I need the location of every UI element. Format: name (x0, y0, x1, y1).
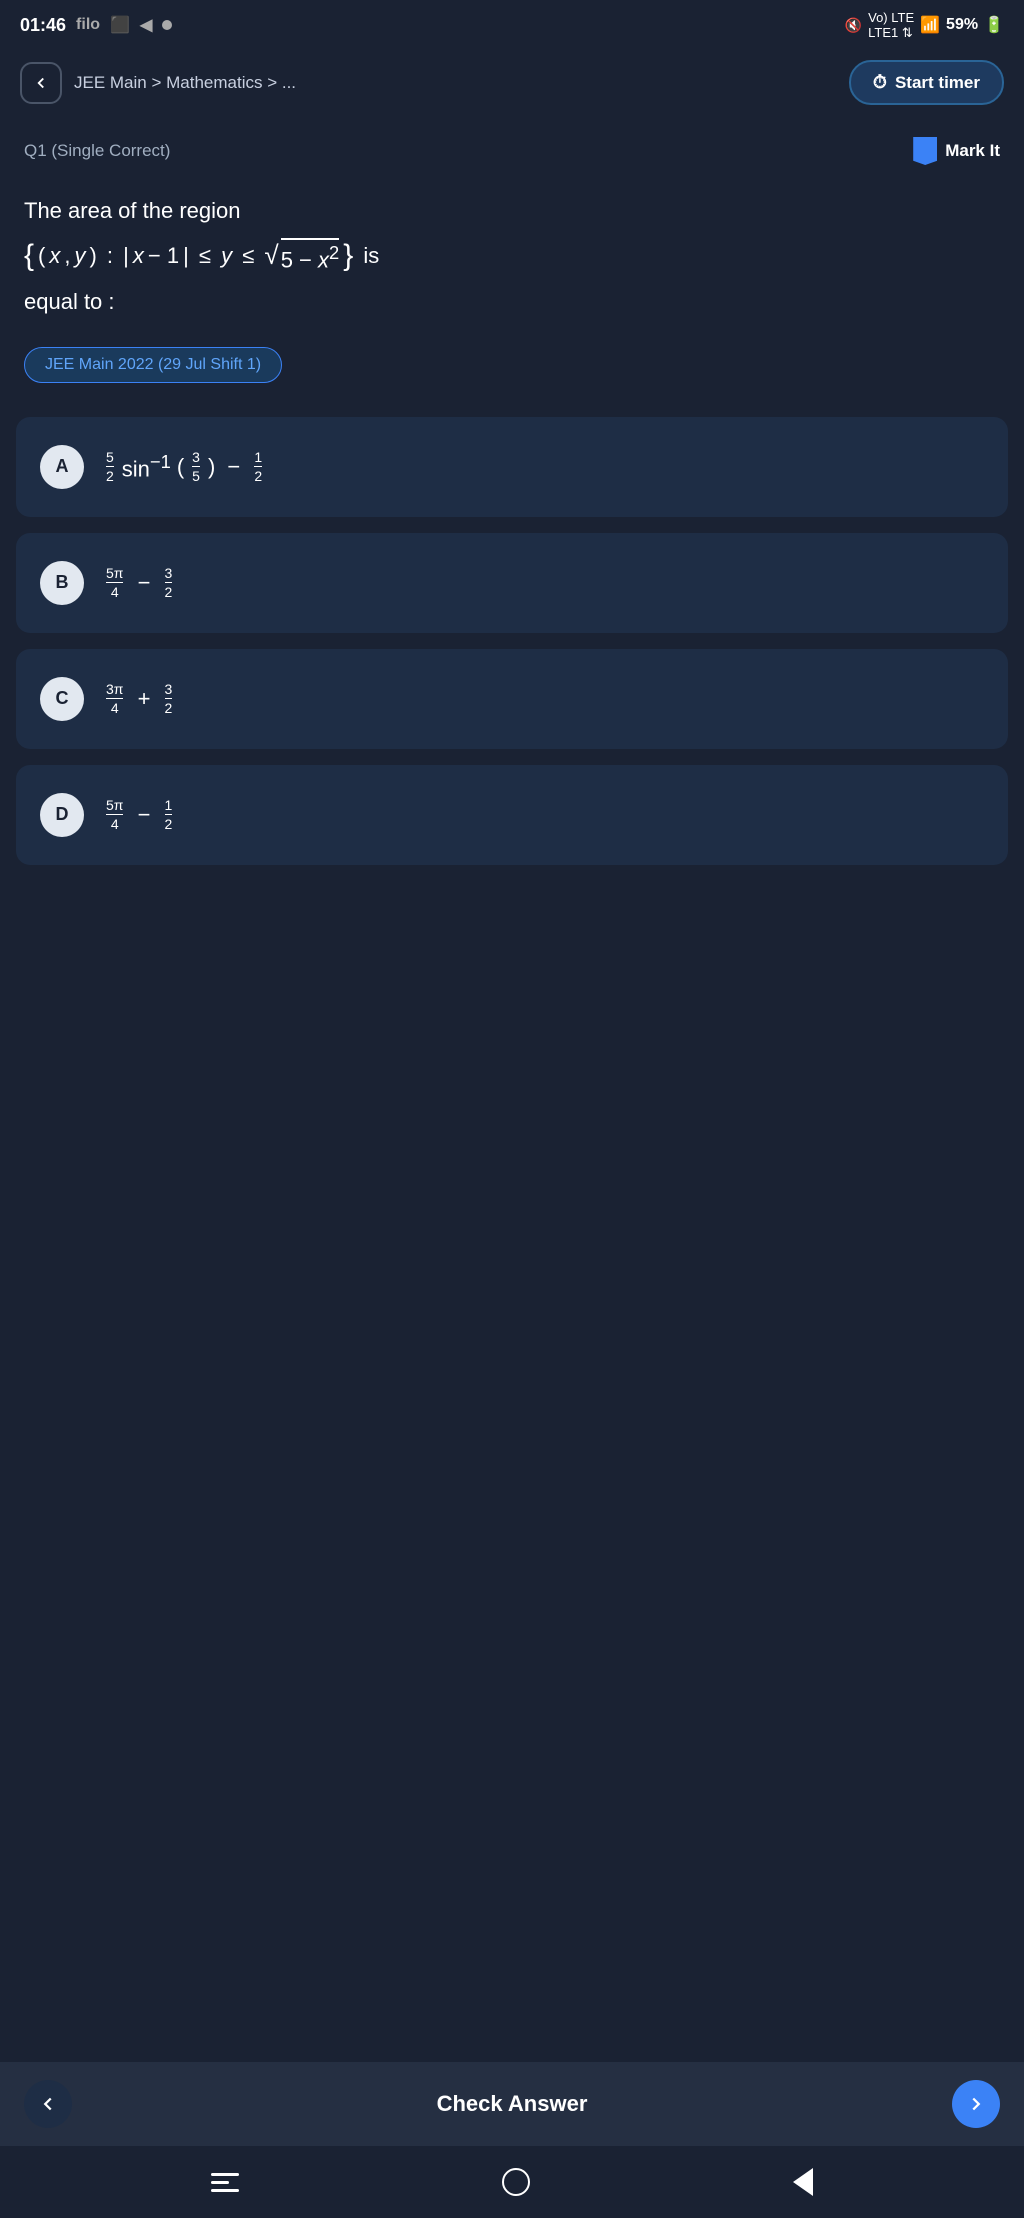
close-brace: } (343, 241, 353, 271)
option-c-label: C (40, 677, 84, 721)
menu-icon (211, 2173, 239, 2192)
option-a-math: 5 2 sin−1 ( 3 5 ) − 1 2 (104, 448, 264, 485)
start-timer-label: Start timer (895, 73, 980, 93)
status-sound-icon: 🔇 (845, 17, 862, 34)
status-bar: 01:46 filo ⬛ ◀ 🔇 Vo) LTELTE1 ⇅ 📶 59% 🔋 (0, 0, 1024, 48)
mark-it-button[interactable]: Mark It (913, 137, 1000, 165)
question-text-intro: The area of the region (24, 193, 1000, 228)
system-nav-bar (0, 2146, 1024, 2218)
home-icon (502, 2168, 530, 2196)
option-b-label: B (40, 561, 84, 605)
math-open-paren: ( (38, 243, 45, 269)
check-answer-label: Check Answer (437, 2091, 588, 2117)
question-type: Q1 (Single Correct) (24, 141, 170, 161)
option-a-label: A (40, 445, 84, 489)
sqrt-expression: √ 5 − x2 (264, 238, 339, 273)
option-c-math: 3π 4 + 3 2 (104, 680, 174, 717)
frac-3-5: 3 5 (192, 448, 200, 485)
prev-button[interactable] (24, 2080, 72, 2128)
timer-icon: ⏱ (873, 72, 887, 93)
status-battery-icon: 🔋 (984, 15, 1004, 35)
open-brace: { (24, 241, 34, 271)
jee-tag: JEE Main 2022 (29 Jul Shift 1) (24, 347, 282, 383)
option-b-math: 5π 4 − 3 2 (104, 564, 174, 601)
status-battery: 59% (946, 16, 978, 34)
status-arrow-icon: ◀ (140, 15, 152, 35)
option-c[interactable]: C 3π 4 + 3 2 (16, 649, 1008, 749)
next-icon (965, 2093, 987, 2115)
status-time: 01:46 (20, 15, 66, 36)
option-d-label: D (40, 793, 84, 837)
sys-nav-back[interactable] (793, 2168, 813, 2196)
option-a[interactable]: A 5 2 sin−1 ( 3 5 ) − 1 2 (16, 417, 1008, 517)
back-button[interactable] (20, 62, 62, 104)
question-text-equal: equal to : (24, 284, 1000, 319)
tag-container: JEE Main 2022 (29 Jul Shift 1) (0, 339, 1024, 407)
frac-5pi-4: 5π 4 (106, 564, 123, 601)
bottom-nav: Check Answer (0, 2062, 1024, 2146)
prev-icon (37, 2093, 59, 2115)
frac-5-2: 5 2 (106, 448, 114, 485)
status-signal-icon: 📶 (920, 15, 940, 35)
back-icon (32, 74, 50, 92)
frac-1-2-d: 1 2 (165, 796, 173, 833)
math-y: y (74, 243, 85, 269)
nav-left: JEE Main > Mathematics > ... (20, 62, 296, 104)
option-b[interactable]: B 5π 4 − 3 2 (16, 533, 1008, 633)
status-network-text: Vo) LTELTE1 ⇅ (868, 10, 914, 41)
options-container: A 5 2 sin−1 ( 3 5 ) − 1 2 B (0, 407, 1024, 1469)
math-x: x (49, 243, 60, 269)
question-content: The area of the region { ( x , y ) : | x… (0, 177, 1024, 339)
status-app: filo (76, 16, 100, 34)
question-math-expression: { ( x , y ) : | x − 1 | ≤ y ≤ √ 5 − x2 }… (24, 238, 1000, 273)
option-d-math: 5π 4 − 1 2 (104, 796, 174, 833)
mark-it-label: Mark It (945, 141, 1000, 161)
status-time-app: 01:46 filo ⬛ ◀ (20, 15, 172, 36)
question-header: Q1 (Single Correct) Mark It (0, 117, 1024, 177)
status-img-icon: ⬛ (110, 15, 130, 35)
nav-bar: JEE Main > Mathematics > ... ⏱ Start tim… (0, 48, 1024, 117)
frac-5pi-4-d: 5π 4 (106, 796, 123, 833)
status-right-icons: 🔇 Vo) LTELTE1 ⇅ 📶 59% 🔋 (845, 10, 1004, 41)
option-d[interactable]: D 5π 4 − 1 2 (16, 765, 1008, 865)
breadcrumb: JEE Main > Mathematics > ... (74, 73, 296, 93)
frac-3-2-b: 3 2 (165, 564, 173, 601)
sys-nav-home[interactable] (502, 2168, 530, 2196)
math-close-paren: ) (89, 243, 96, 269)
bookmark-icon (913, 137, 937, 165)
sys-nav-menu[interactable] (211, 2173, 239, 2192)
status-dot (162, 20, 172, 30)
frac-1-2-a: 1 2 (254, 448, 262, 485)
start-timer-button[interactable]: ⏱ Start timer (849, 60, 1004, 105)
frac-3-2-c: 3 2 (165, 680, 173, 717)
next-button[interactable] (952, 2080, 1000, 2128)
frac-3pi-4: 3π 4 (106, 680, 123, 717)
back-system-icon (793, 2168, 813, 2196)
